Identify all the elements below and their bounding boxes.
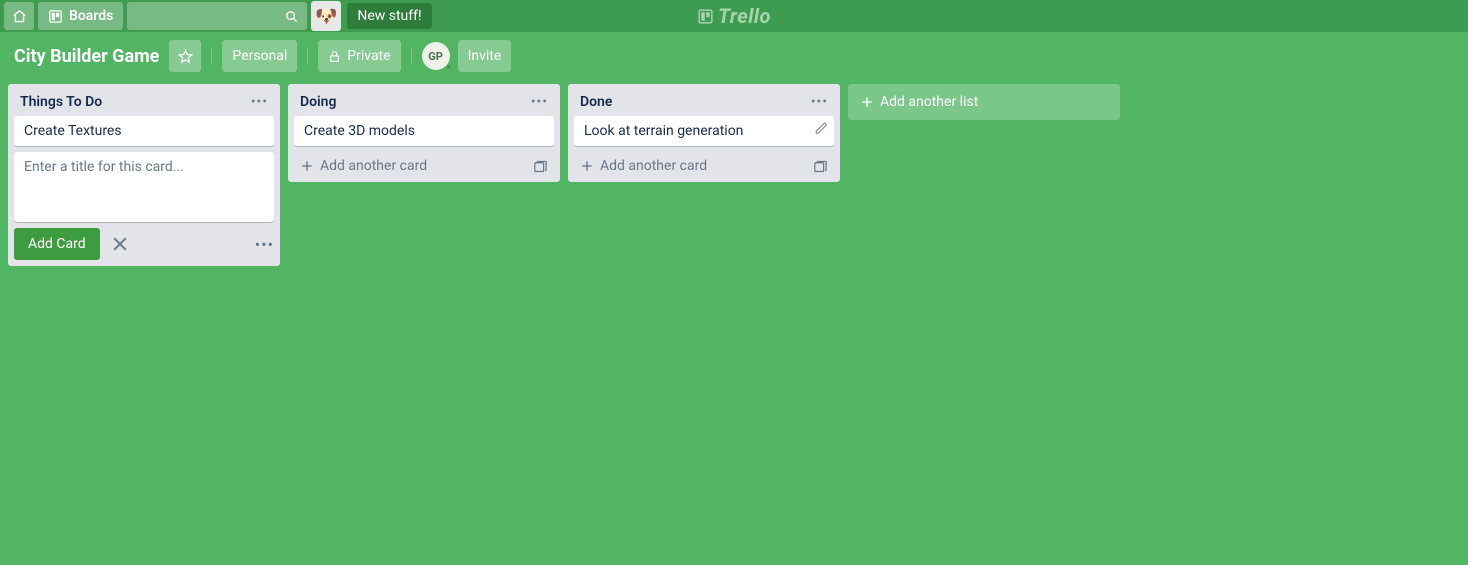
template-icon[interactable]: [813, 159, 828, 174]
visibility-button[interactable]: Private: [318, 40, 400, 72]
star-icon: [178, 49, 193, 64]
board-header: City Builder Game Personal Private GP » …: [0, 32, 1468, 80]
list: Done ••• Look at terrain generation Add …: [568, 84, 840, 182]
list-header: Things To Do •••: [14, 90, 274, 116]
divider: [211, 48, 212, 64]
home-button[interactable]: [4, 2, 34, 30]
add-another-card-button[interactable]: Add another card: [574, 152, 834, 176]
card[interactable]: Create 3D models: [294, 116, 554, 146]
list-title[interactable]: Done: [580, 94, 612, 110]
list-title[interactable]: Doing: [300, 94, 336, 110]
plus-icon: [860, 95, 874, 109]
card-composer-input[interactable]: [24, 159, 264, 211]
star-button[interactable]: [169, 40, 201, 72]
board-title[interactable]: City Builder Game: [14, 46, 159, 67]
template-icon[interactable]: [533, 159, 548, 174]
list-header: Doing •••: [294, 90, 554, 116]
new-stuff-button[interactable]: New stuff!: [347, 3, 431, 29]
list-menu-button[interactable]: •••: [251, 94, 268, 110]
plus-icon: [580, 159, 594, 173]
trello-logo[interactable]: Trello: [697, 4, 771, 28]
invite-button[interactable]: Invite: [458, 40, 512, 72]
composer-options-button[interactable]: •••: [255, 235, 274, 254]
card[interactable]: Look at terrain generation: [574, 116, 834, 146]
taco-avatar[interactable]: 🐶: [311, 1, 341, 31]
admin-chevron-icon: »: [447, 62, 451, 71]
divider: [307, 48, 308, 64]
list: Things To Do ••• Create Textures Add Car…: [8, 84, 280, 266]
member-avatar[interactable]: GP »: [422, 42, 450, 70]
boards-button[interactable]: Boards: [38, 2, 123, 30]
card[interactable]: Create Textures: [14, 116, 274, 146]
add-card-button[interactable]: Add Card: [14, 228, 100, 260]
list-header: Done •••: [574, 90, 834, 116]
card-title: Look at terrain generation: [584, 123, 743, 139]
add-list-button[interactable]: Add another list: [848, 84, 1120, 120]
list-menu-button[interactable]: •••: [811, 94, 828, 110]
boards-label: Boards: [69, 8, 113, 24]
trello-board-icon: [697, 8, 714, 25]
card-composer: [14, 152, 274, 222]
trello-board-icon: [48, 9, 63, 24]
card-title: Create Textures: [24, 123, 122, 139]
pencil-icon: [815, 122, 828, 135]
close-composer-button[interactable]: [110, 234, 130, 254]
add-another-card-button[interactable]: Add another card: [294, 152, 554, 176]
list-title[interactable]: Things To Do: [20, 94, 102, 110]
list-menu-button[interactable]: •••: [531, 94, 548, 110]
search-icon: [284, 9, 299, 24]
board-canvas: Things To Do ••• Create Textures Add Car…: [0, 80, 1468, 270]
edit-card-button[interactable]: [815, 122, 828, 135]
divider: [411, 48, 412, 64]
close-icon: [110, 234, 130, 254]
plus-icon: [300, 159, 314, 173]
search-input[interactable]: [127, 2, 307, 30]
team-button[interactable]: Personal: [222, 40, 297, 72]
composer-controls: Add Card •••: [14, 228, 274, 260]
card-title: Create 3D models: [304, 123, 415, 139]
home-icon: [12, 9, 27, 24]
lock-icon: [328, 50, 341, 63]
list: Doing ••• Create 3D models Add another c…: [288, 84, 560, 182]
topbar: Boards 🐶 New stuff! Trello: [0, 0, 1468, 32]
